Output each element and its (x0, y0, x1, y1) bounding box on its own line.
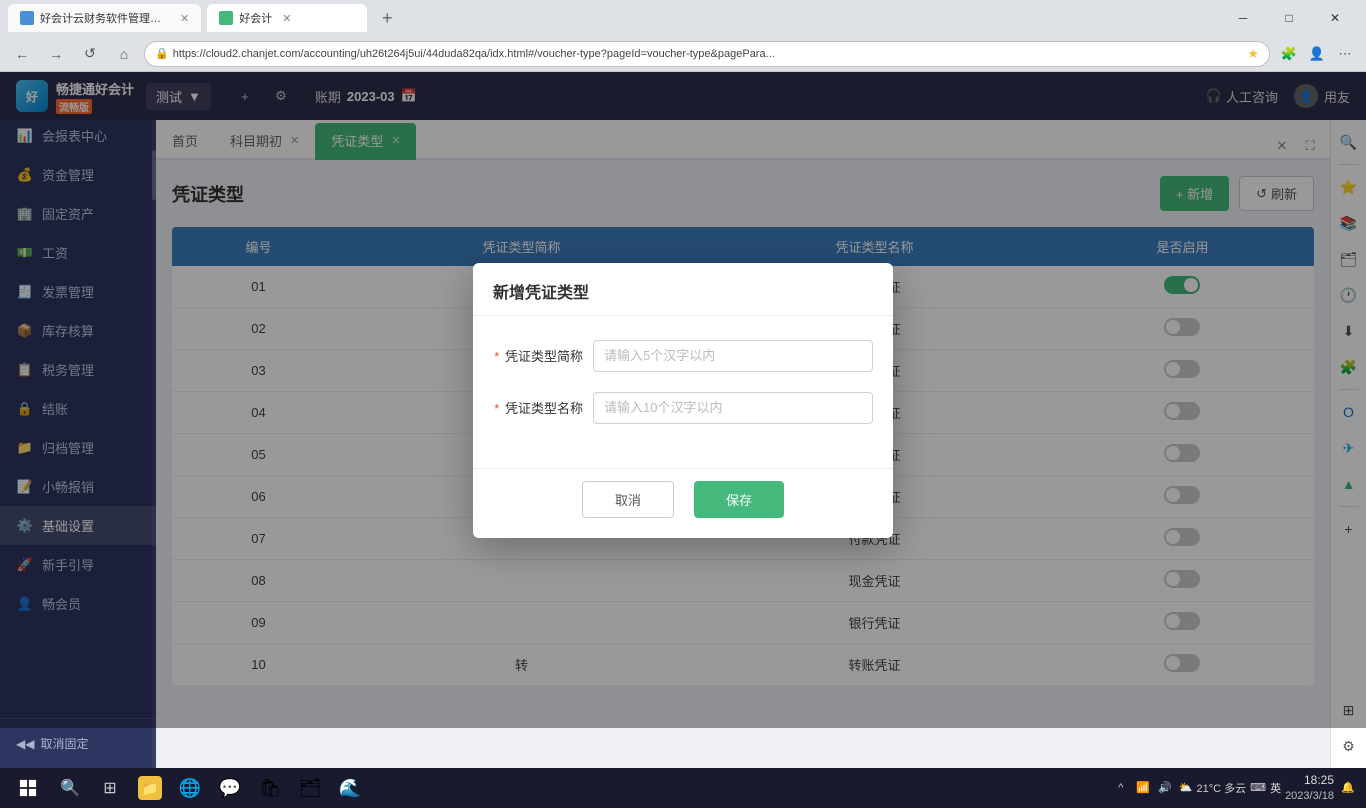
window-controls: ─ □ ✕ (1220, 0, 1358, 36)
taskbar-clock[interactable]: 18:25 2023/3/18 (1285, 773, 1334, 803)
form-label-name: * 凭证类型名称 (493, 398, 593, 417)
maximize-button[interactable]: □ (1266, 0, 1312, 36)
close-tab-1[interactable]: ✕ (180, 12, 189, 25)
forward-button[interactable]: → (42, 40, 70, 68)
form-label-short: * 凭证类型简称 (493, 346, 593, 365)
taskbar-files[interactable]: 🗂 (292, 772, 328, 804)
new-tab-button[interactable]: + (373, 4, 401, 32)
modal-body: * 凭证类型简称 * 凭证类型名称 (473, 316, 893, 468)
address-bar-row: ← → ↺ ⌂ 🔒 https://cloud2.chanjet.com/acc… (0, 36, 1366, 72)
refresh-button[interactable]: ↺ (76, 40, 104, 68)
notification-button[interactable]: 🔔 (1338, 778, 1358, 798)
modal-overlay: 新增凭证类型 * 凭证类型简称 * 凭证类型名称 取消 保存 (0, 72, 1366, 728)
start-button[interactable] (8, 772, 48, 804)
ime-indicator: ⌨ 英 (1250, 780, 1281, 796)
form-row-name: * 凭证类型名称 (493, 392, 873, 424)
gear-sidebar-button[interactable]: ⚙ (1335, 732, 1363, 760)
extensions-button[interactable]: 🧩 (1276, 41, 1302, 67)
sys-tray: ^ 📶 🔊 (1111, 778, 1175, 798)
short-name-input[interactable] (593, 340, 873, 372)
taskbar-edge[interactable]: 🌊 (332, 772, 368, 804)
taskbar-right: ^ 📶 🔊 ⛅ 21°C 多云 ⌨ 英 18:25 2023/3/18 🔔 (1111, 773, 1358, 803)
add-voucher-type-modal: 新增凭证类型 * 凭证类型简称 * 凭证类型名称 取消 保存 (473, 263, 893, 538)
taskbar: 🔍 ⊞ 📁 🌐 💬 🛍 🗂 🌊 ^ 📶 🔊 ⛅ 21°C 多云 ⌨ 英 (0, 768, 1366, 808)
close-tab-2[interactable]: ✕ (282, 12, 291, 25)
toolbar-icons: 🧩 👤 ⋯ (1276, 41, 1358, 67)
browser-tab-bar: 好会计云财务软件管理系统_会计 ✕ 好会计 ✕ + ─ □ ✕ (0, 0, 1366, 36)
browser-tab-1[interactable]: 好会计云财务软件管理系统_会计 ✕ (8, 4, 201, 32)
tray-arrow[interactable]: ^ (1111, 778, 1131, 798)
taskbar-task-view[interactable]: ⊞ (92, 772, 128, 804)
taskbar-explorer[interactable]: 📁 (132, 772, 168, 804)
taskbar-search[interactable]: 🔍 (52, 772, 88, 804)
minimize-button[interactable]: ─ (1220, 0, 1266, 36)
weather-icon: ⛅ (1179, 781, 1193, 794)
bookmark-icon[interactable]: ★ (1247, 46, 1259, 62)
collapse-icon: ◀◀ (16, 737, 34, 751)
profile-button[interactable]: 👤 (1304, 41, 1330, 67)
volume-icon[interactable]: 🔊 (1155, 778, 1175, 798)
collapse-sidebar-button[interactable]: ◀◀ 取消固定 (0, 727, 156, 760)
cancel-button[interactable]: 取消 (582, 481, 674, 518)
close-button[interactable]: ✕ (1312, 0, 1358, 36)
taskbar-chrome[interactable]: 🌐 (172, 772, 208, 804)
weather-info: ⛅ 21°C 多云 (1179, 780, 1246, 796)
more-button[interactable]: ⋯ (1332, 41, 1358, 67)
home-button[interactable]: ⌂ (110, 40, 138, 68)
back-button[interactable]: ← (8, 40, 36, 68)
network-icon[interactable]: 📶 (1133, 778, 1153, 798)
modal-footer: 取消 保存 (473, 468, 893, 538)
lock-icon: 🔒 (155, 47, 169, 60)
form-row-short: * 凭证类型简称 (493, 340, 873, 372)
save-button[interactable]: 保存 (694, 481, 784, 518)
full-name-input[interactable] (593, 392, 873, 424)
taskbar-store[interactable]: 🛍 (252, 772, 288, 804)
address-bar[interactable]: 🔒 https://cloud2.chanjet.com/accounting/… (144, 41, 1270, 67)
taskbar-wechat[interactable]: 💬 (212, 772, 248, 804)
browser-tab-2[interactable]: 好会计 ✕ (207, 4, 367, 32)
modal-header: 新增凭证类型 (473, 263, 893, 316)
